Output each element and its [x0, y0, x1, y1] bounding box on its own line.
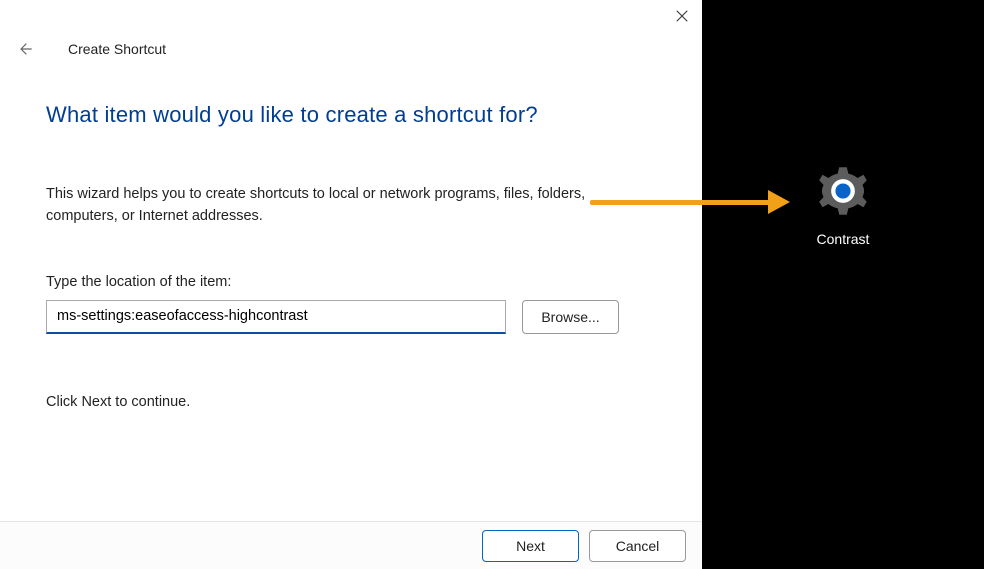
desktop-shortcut-label: Contrast [817, 231, 870, 247]
wizard-content: What item would you like to create a sho… [0, 62, 702, 521]
location-row: Browse... [46, 300, 662, 334]
titlebar: Create Shortcut [0, 0, 702, 62]
close-icon[interactable] [672, 6, 692, 26]
gear-icon [816, 164, 870, 223]
desktop-shortcut-contrast[interactable]: Contrast [816, 164, 870, 247]
back-arrow-icon[interactable] [12, 36, 38, 62]
browse-button[interactable]: Browse... [522, 300, 619, 334]
cancel-button[interactable]: Cancel [589, 530, 686, 562]
desktop-area: Contrast [702, 0, 984, 569]
window-title: Create Shortcut [68, 41, 166, 57]
location-input[interactable] [46, 300, 506, 334]
location-label: Type the location of the item: [46, 274, 662, 290]
create-shortcut-wizard: Create Shortcut What item would you like… [0, 0, 702, 569]
continue-hint: Click Next to continue. [46, 394, 662, 410]
wizard-headline: What item would you like to create a sho… [46, 102, 662, 128]
next-button[interactable]: Next [482, 530, 579, 562]
wizard-footer: Next Cancel [0, 521, 702, 569]
wizard-description: This wizard helps you to create shortcut… [46, 183, 606, 228]
